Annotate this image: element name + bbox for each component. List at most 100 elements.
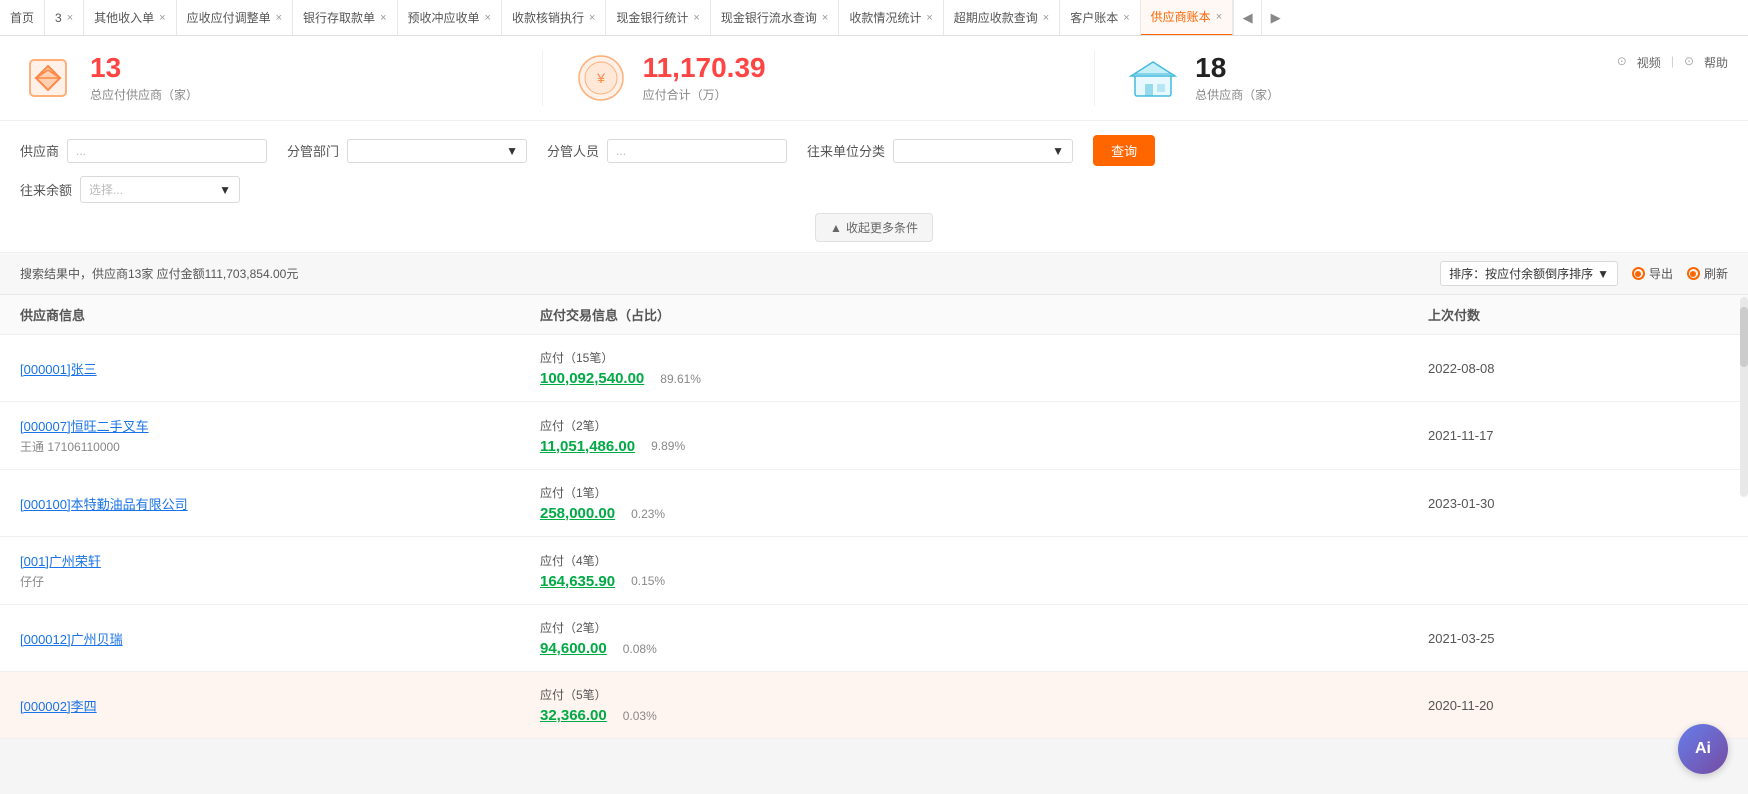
person-dots: ... xyxy=(616,144,778,158)
collapse-label: 收起更多条件 xyxy=(846,219,918,236)
balance-filter: 往来余额 选择... ▼ xyxy=(20,176,240,203)
sort-arrow-icon: ▼ xyxy=(1597,267,1609,281)
nav-tab-cash-bank-stat[interactable]: 现金银行统计× xyxy=(606,0,710,36)
close-tab-icon[interactable]: × xyxy=(67,12,73,24)
tx-percent: 0.15% xyxy=(631,574,665,588)
close-tab-icon[interactable]: × xyxy=(926,12,932,24)
tx-label: 应付（4笔） xyxy=(540,552,1428,569)
tx-amount[interactable]: 94,600.00 xyxy=(540,640,607,657)
nav-tab-receipt-stat[interactable]: 收款情况统计× xyxy=(839,0,943,36)
category-filter: 往来单位分类 ▼ xyxy=(807,139,1073,163)
tx-amount-row: 32,366.000.03% xyxy=(540,707,1428,724)
balance-arrow-icon: ▼ xyxy=(219,183,231,197)
nav-tab-overdue[interactable]: 超期应收款查询× xyxy=(944,0,1060,36)
payable-amount-label: 应付合计（万） xyxy=(643,86,766,103)
tx-percent: 9.89% xyxy=(651,439,685,453)
collapse-button[interactable]: ▲ 收起更多条件 xyxy=(815,213,933,242)
last-pay-cell: 2022-08-08 xyxy=(1428,361,1728,376)
tx-percent: 0.23% xyxy=(631,507,665,521)
close-tab-icon[interactable]: × xyxy=(1216,11,1222,23)
top-right-links: ⊙ 视频 | ⊙ 帮助 xyxy=(1617,50,1728,106)
supplier-info-cell: [000001]张三 xyxy=(20,359,540,378)
balance-label: 往来余额 xyxy=(20,180,72,199)
close-tab-icon[interactable]: × xyxy=(485,12,491,24)
nav-next-button[interactable]: ▶ xyxy=(1261,0,1289,36)
balance-select[interactable]: 选择... ▼ xyxy=(80,176,240,203)
table-row: [000007]恒旺二手叉车王通 17106110000应付（2笔）11,051… xyxy=(0,402,1748,470)
person-input[interactable]: ... xyxy=(607,139,787,163)
supplier-dots: ... xyxy=(76,144,258,158)
scrollbar-thumb[interactable] xyxy=(1740,307,1748,367)
nav-tab-home[interactable]: 首页 xyxy=(0,0,45,36)
last-pay-cell: 2023-01-30 xyxy=(1428,496,1728,511)
close-tab-icon[interactable]: × xyxy=(276,12,282,24)
help-link[interactable]: 帮助 xyxy=(1704,54,1728,71)
payable-suppliers-number: 13 xyxy=(90,53,198,84)
nav-tab-other-income[interactable]: 其他收入单× xyxy=(84,0,176,36)
total-suppliers-number: 18 xyxy=(1195,53,1279,84)
tx-amount[interactable]: 100,092,540.00 xyxy=(540,370,644,387)
col-tx-info: 应付交易信息（占比） xyxy=(540,305,1428,324)
balance-placeholder: 选择... xyxy=(89,181,123,198)
tx-info-cell: 应付（2笔）94,600.000.08% xyxy=(540,619,1428,657)
nav-tab-adjust[interactable]: 应收应付调整单× xyxy=(177,0,293,36)
close-tab-icon[interactable]: × xyxy=(822,12,828,24)
close-tab-icon[interactable]: × xyxy=(1123,12,1129,24)
tx-info-cell: 应付（15笔）100,092,540.0089.61% xyxy=(540,349,1428,387)
person-filter: 分管人员 ... xyxy=(547,139,787,163)
supplier-table: 供应商信息 应付交易信息（占比） 上次付数 [000001]张三应付（15笔）1… xyxy=(0,295,1748,739)
payable-amount-number: 11,170.39 xyxy=(643,53,766,84)
supplier-link[interactable]: [000002]李四 xyxy=(20,699,97,714)
category-select[interactable]: ▼ xyxy=(893,139,1073,163)
sort-label: 排序：按应付余额倒序排序 xyxy=(1449,265,1593,282)
close-tab-icon[interactable]: × xyxy=(589,12,595,24)
tx-info-cell: 应付（2笔）11,051,486.009.89% xyxy=(540,417,1428,455)
close-tab-icon[interactable]: × xyxy=(159,12,165,24)
close-tab-icon[interactable]: × xyxy=(1043,12,1049,24)
nav-tab-receipt-verify[interactable]: 收款核销执行× xyxy=(502,0,606,36)
search-button[interactable]: 查询 xyxy=(1093,135,1155,166)
last-pay-cell: 2021-03-25 xyxy=(1428,631,1728,646)
supplier-link[interactable]: [000012]广州贝瑞 xyxy=(20,632,123,647)
supplier-input[interactable]: ... xyxy=(67,139,267,163)
supplier-info-cell: [000007]恒旺二手叉车王通 17106110000 xyxy=(20,416,540,455)
nav-tab-cash-flow[interactable]: 现金银行流水查询× xyxy=(711,0,839,36)
tx-percent: 0.08% xyxy=(623,642,657,656)
nav-tab-tab3[interactable]: 3× xyxy=(45,0,84,36)
nav-tab-advance[interactable]: 预收冲应收单× xyxy=(398,0,502,36)
tx-amount[interactable]: 32,366.00 xyxy=(540,707,607,724)
dept-select[interactable]: ▼ xyxy=(347,139,527,163)
table-row: [001]广州荣轩仔仔应付（4笔）164,635.900.15% xyxy=(0,537,1748,605)
supplier-link[interactable]: [000001]张三 xyxy=(20,362,97,377)
tx-amount-row: 11,051,486.00 9.89% xyxy=(540,438,1428,455)
tx-amount[interactable]: 164,635.90 xyxy=(540,573,615,590)
scrollbar-track[interactable] xyxy=(1740,297,1748,497)
help-icon: ⊙ xyxy=(1684,54,1694,68)
close-tab-icon[interactable]: × xyxy=(693,12,699,24)
sort-select[interactable]: 排序：按应付余额倒序排序 ▼ xyxy=(1440,261,1618,286)
supplier-link[interactable]: [001]广州荣轩 xyxy=(20,554,101,569)
filter-area: 供应商 ... 分管部门 ▼ 分管人员 ... 往来单位分类 ▼ 查询 xyxy=(0,121,1748,253)
supplier-link[interactable]: [000100]本特勤油品有限公司 xyxy=(20,497,188,512)
result-text: 搜索结果中，供应商13家 应付金额111,703,854.00元 xyxy=(20,265,298,282)
video-link[interactable]: 视频 xyxy=(1637,54,1661,71)
top-navigation: 首页3×其他收入单×应收应付调整单×银行存取款单×预收冲应收单×收款核销执行×现… xyxy=(0,0,1748,36)
nav-prev-button[interactable]: ◀ xyxy=(1233,0,1261,36)
nav-tab-bank-deposit[interactable]: 银行存取款单× xyxy=(293,0,397,36)
svg-text:¥: ¥ xyxy=(596,70,605,86)
export-button[interactable]: 导出 xyxy=(1632,265,1673,282)
refresh-button[interactable]: 刷新 xyxy=(1687,265,1728,282)
last-pay-cell: 2020-11-20 xyxy=(1428,698,1728,713)
supplier-link[interactable]: [000007]恒旺二手叉车 xyxy=(20,419,149,434)
payable-suppliers-label: 总应付供应商（家） xyxy=(90,86,198,103)
supplier-info-cell: [000100]本特勤油品有限公司 xyxy=(20,494,540,513)
nav-tab-supplier-ledger[interactable]: 供应商账本× xyxy=(1141,0,1233,36)
close-tab-icon[interactable]: × xyxy=(380,12,386,24)
nav-tab-customer-ledger[interactable]: 客户账本× xyxy=(1060,0,1140,36)
tx-amount[interactable]: 258,000.00 xyxy=(540,505,615,522)
diamond-icon xyxy=(20,50,76,106)
supplier-sub-info: 王通 17106110000 xyxy=(20,438,540,455)
ai-badge[interactable]: Ai xyxy=(1678,724,1728,774)
tx-amount[interactable]: 11,051,486.00 xyxy=(540,438,635,455)
payable-amount-stat: 11,170.39 应付合计（万） xyxy=(643,53,766,103)
